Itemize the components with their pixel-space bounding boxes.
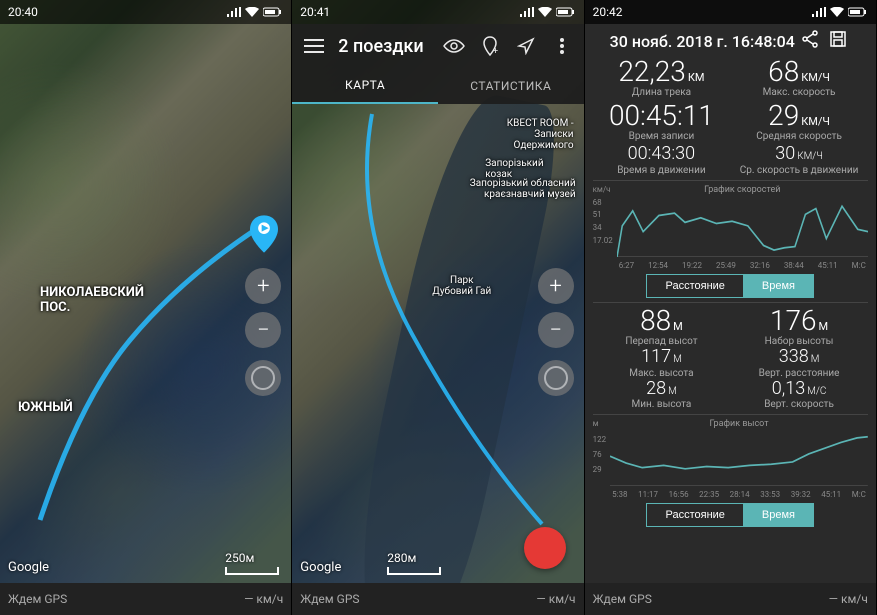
battery-icon (848, 7, 868, 17)
header-title: 2 поездки (338, 36, 429, 57)
overflow-menu-icon[interactable] (550, 34, 574, 58)
status-bar: 20:42 (585, 0, 876, 24)
track-date: 30 нояб. 2018 г. 16:48:04 (610, 32, 795, 51)
stat-elevgain: 176М Набор высоты 338М Верт. расстояние … (730, 307, 868, 411)
gps-status: Ждем GPS (593, 592, 652, 606)
phone-screen-2: 20:41 2 поездки + КАРТА СТАТИСТИКА КВЕСТ… (292, 0, 584, 615)
gps-status: Ждем GPS (8, 592, 67, 606)
status-bar: 20:41 (292, 0, 583, 24)
tab-statistics[interactable]: СТАТИСТИКА (438, 68, 584, 104)
zoom-in-button[interactable]: + (538, 268, 574, 304)
zoom-out-button[interactable]: − (538, 312, 574, 348)
tab-map[interactable]: КАРТА (292, 68, 438, 104)
battery-icon (263, 7, 283, 17)
svg-text:+: + (493, 47, 498, 56)
wifi-icon (245, 7, 259, 17)
battery-icon (556, 7, 576, 17)
stats-panel: 30 нояб. 2018 г. 16:48:04 22,23КМ Длина … (585, 24, 876, 583)
visibility-icon[interactable] (442, 34, 466, 58)
tabs: КАРТА СТАТИСТИКА (292, 68, 583, 104)
google-attribution: Google (8, 560, 49, 575)
bottom-status-bar: Ждем GPS — км/ч (585, 583, 876, 615)
phone-screen-1: 20:40 НИКОЛАЕВСКИЙ ПОС. ЮЖНЫЙ + − Google… (0, 0, 292, 615)
status-icons (812, 7, 868, 17)
phone-screen-3: 20:42 30 нояб. 2018 г. 16:48:04 22,23КМ … (585, 0, 877, 615)
toggle-time-button[interactable]: Время (743, 274, 814, 298)
location-pin-icon[interactable] (250, 215, 278, 257)
google-attribution: Google (300, 560, 341, 575)
stat-rectime: 00:45:11 Время записи 00:43:30 Время в д… (593, 102, 731, 176)
map-satellite[interactable] (0, 0, 291, 615)
menu-icon[interactable] (302, 34, 326, 58)
save-icon[interactable] (829, 30, 851, 52)
clock: 20:40 (8, 5, 38, 19)
signal-icon (812, 7, 826, 17)
chart-toggle-1: Расстояние Время (593, 274, 868, 298)
record-button[interactable] (524, 527, 566, 569)
add-pin-icon[interactable]: + (478, 34, 502, 58)
stat-distance: 22,23КМ Длина трека (593, 58, 731, 98)
status-icons (520, 7, 576, 17)
speed-readout: — км/ч (536, 592, 575, 606)
location-arrow-icon[interactable] (514, 34, 538, 58)
clock: 20:41 (300, 5, 330, 19)
stat-maxspeed: 68КМ/Ч Макс. скорость (730, 58, 868, 98)
speed-readout: — км/ч (244, 592, 283, 606)
toggle-time-button-2[interactable]: Время (743, 503, 814, 527)
signal-icon (227, 7, 241, 17)
wifi-icon (830, 7, 844, 17)
signal-icon (520, 7, 534, 17)
map-scale: 250м (225, 551, 279, 575)
map-scale: 280м (387, 551, 441, 575)
altitude-chart: м 122 76 29 График высот 5:3811:1716:562… (593, 419, 868, 499)
compass-button[interactable] (538, 360, 574, 396)
gps-status: Ждем GPS (300, 592, 359, 606)
toggle-distance-button-2[interactable]: Расстояние (646, 503, 742, 527)
status-bar: 20:40 (0, 0, 291, 24)
toggle-distance-button[interactable]: Расстояние (646, 274, 742, 298)
share-icon[interactable] (801, 30, 823, 52)
status-icons (227, 7, 283, 17)
speed-chart: км/ч 68 51 34 17.02 График скоростей 6:2… (593, 185, 868, 270)
bottom-status-bar: Ждем GPS — км/ч (0, 583, 291, 615)
speed-readout: — км/ч (829, 592, 868, 606)
bottom-status-bar: Ждем GPS — км/ч (292, 583, 583, 615)
chart-toggle-2: Расстояние Время (593, 503, 868, 527)
stat-avgspeed: 29КМ/Ч Средняя скорость 30КМ/Ч Ср. скоро… (730, 102, 868, 176)
app-header: 2 поездки + КАРТА СТАТИСТИКА (292, 24, 583, 104)
stat-elevrange: 88М Перепад высот 117М Макс. высота 28М … (593, 307, 731, 411)
wifi-icon (538, 7, 552, 17)
clock: 20:42 (593, 5, 623, 19)
